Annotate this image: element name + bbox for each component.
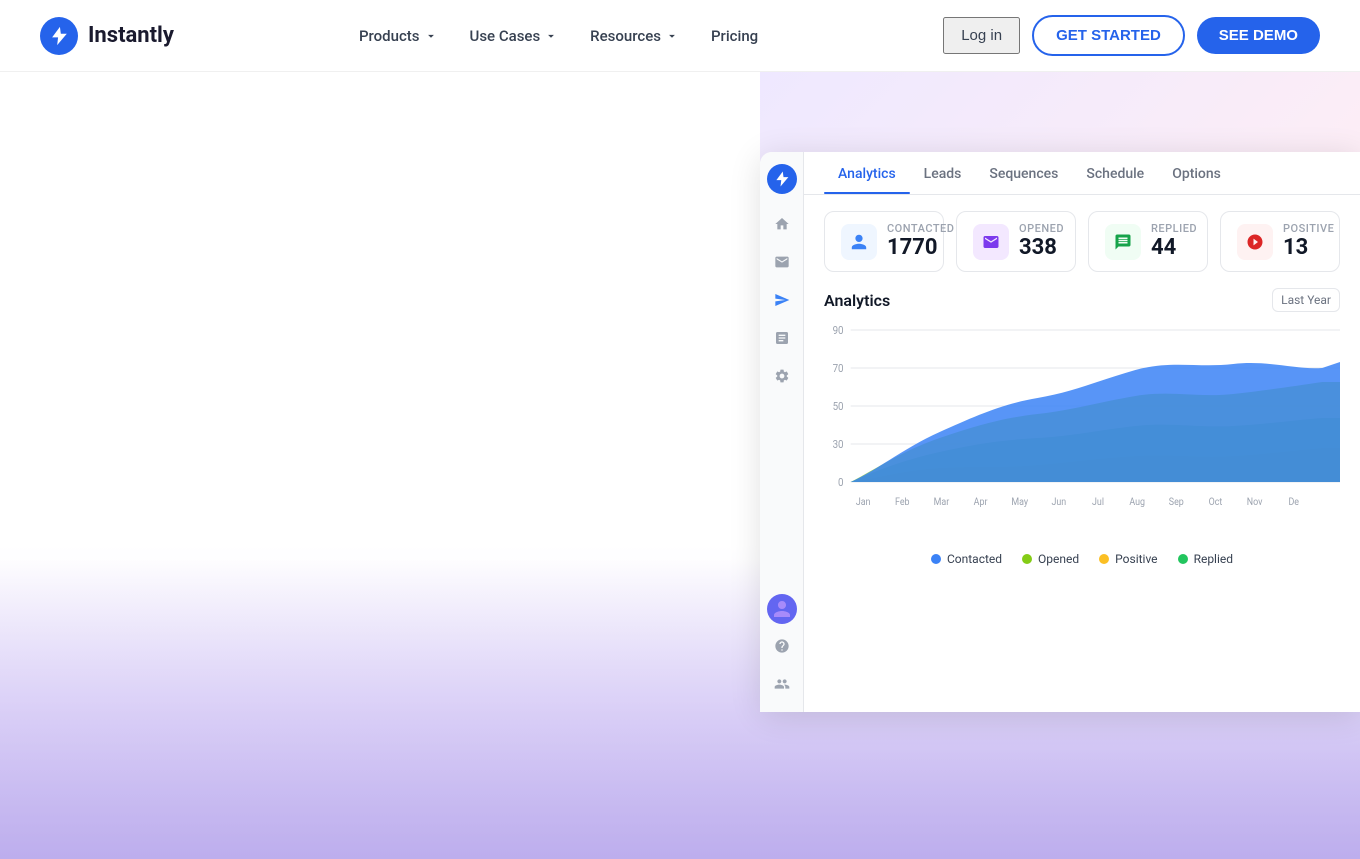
chart-icon: [774, 330, 790, 346]
home-icon: [774, 216, 790, 232]
svg-text:Jul: Jul: [1092, 497, 1104, 509]
legend-dot-positive: [1099, 554, 1109, 564]
legend-replied: Replied: [1178, 552, 1233, 566]
contacted-icon: [841, 224, 877, 260]
brand-name: Instantly: [88, 23, 174, 48]
email-icon: [774, 254, 790, 270]
sidebar-logo: [767, 164, 797, 194]
sidebar-item-send[interactable]: [766, 284, 798, 316]
nav-pricing[interactable]: Pricing: [711, 27, 758, 45]
chart-header: Analytics Last Year: [824, 284, 1340, 312]
positive-icon: [1237, 224, 1273, 260]
chart-title: Analytics: [824, 291, 890, 310]
positive-label: POSITIVE: [1283, 222, 1334, 235]
legend-opened: Opened: [1022, 552, 1079, 566]
positive-icon-svg: [1246, 233, 1264, 251]
navbar: Instantly Products Use Cases Resources P…: [0, 0, 1360, 72]
nav-actions: Log in GET STARTED SEE DEMO: [943, 15, 1320, 56]
sidebar-item-help[interactable]: [766, 630, 798, 662]
contacted-label: CONTACTED: [887, 222, 954, 235]
chart-legend: Contacted Opened Positive Replied: [824, 544, 1340, 566]
svg-text:Feb: Feb: [895, 497, 910, 509]
sidebar-lightning-icon: [773, 170, 791, 188]
opened-value: 338: [1019, 235, 1064, 261]
chart-container: 90 70 50 30 0 Jan: [824, 320, 1340, 544]
chart-area: Analytics Last Year 90 70 50: [804, 284, 1360, 712]
svg-text:De: De: [1288, 497, 1299, 509]
replied-value: 44: [1151, 235, 1197, 261]
contacted-value: 1770: [887, 235, 954, 261]
chat-icon: [1114, 233, 1132, 251]
opened-icon: [973, 224, 1009, 260]
svg-text:0: 0: [838, 476, 844, 490]
svg-text:Nov: Nov: [1247, 497, 1263, 509]
svg-text:Jun: Jun: [1052, 497, 1067, 509]
app-panel: Analytics Leads Sequences Schedule Optio…: [760, 152, 1360, 712]
send-icon: [774, 292, 790, 308]
legend-contacted: Contacted: [931, 552, 1002, 566]
get-started-button[interactable]: GET STARTED: [1032, 15, 1185, 56]
logo-icon: [40, 17, 78, 55]
app-sidebar: [760, 152, 804, 712]
svg-text:90: 90: [833, 324, 844, 338]
svg-text:May: May: [1011, 497, 1028, 509]
svg-text:Aug: Aug: [1129, 497, 1145, 509]
legend-dot-opened: [1022, 554, 1032, 564]
sidebar-bottom: [766, 594, 798, 700]
tab-sequences[interactable]: Sequences: [975, 152, 1072, 194]
stat-replied: REPLIED 44: [1088, 211, 1208, 272]
analytics-chart: 90 70 50 30 0 Jan: [824, 320, 1340, 540]
legend-dot-replied: [1178, 554, 1188, 564]
tab-options[interactable]: Options: [1158, 152, 1235, 194]
mail-open-icon: [982, 233, 1000, 251]
main-content: Analytics Leads Sequences Schedule Optio…: [0, 72, 1360, 859]
replied-icon: [1105, 224, 1141, 260]
opened-label: OPENED: [1019, 222, 1064, 235]
nav-links: Products Use Cases Resources Pricing: [359, 27, 758, 45]
team-icon: [774, 676, 790, 692]
brand-logo[interactable]: Instantly: [40, 17, 174, 55]
nav-products[interactable]: Products: [359, 27, 438, 45]
chevron-down-icon: [544, 29, 558, 43]
sidebar-item-home[interactable]: [766, 208, 798, 240]
stats-row: CONTACTED 1770 OPENED 338: [804, 195, 1360, 284]
chart-filter[interactable]: Last Year: [1272, 288, 1340, 312]
replied-label: REPLIED: [1151, 222, 1197, 235]
tab-schedule[interactable]: Schedule: [1072, 152, 1158, 194]
svg-text:Jan: Jan: [856, 497, 871, 509]
app-main: Analytics Leads Sequences Schedule Optio…: [804, 152, 1360, 712]
svg-text:Mar: Mar: [934, 497, 950, 509]
positive-value: 13: [1283, 235, 1334, 261]
person-icon: [850, 233, 868, 251]
stat-contacted: CONTACTED 1770: [824, 211, 944, 272]
lightning-icon: [48, 25, 70, 47]
login-button[interactable]: Log in: [943, 17, 1020, 54]
chevron-down-icon: [665, 29, 679, 43]
app-tabs: Analytics Leads Sequences Schedule Optio…: [804, 152, 1360, 195]
tab-analytics[interactable]: Analytics: [824, 152, 910, 194]
avatar-icon: [772, 599, 792, 619]
legend-positive: Positive: [1099, 552, 1157, 566]
stat-positive: POSITIVE 13: [1220, 211, 1340, 272]
sidebar-item-email[interactable]: [766, 246, 798, 278]
user-avatar[interactable]: [767, 594, 797, 624]
sidebar-item-team[interactable]: [766, 668, 798, 700]
svg-text:70: 70: [833, 362, 844, 376]
chevron-down-icon: [424, 29, 438, 43]
svg-text:Apr: Apr: [974, 497, 989, 509]
tab-leads[interactable]: Leads: [910, 152, 976, 194]
sidebar-item-settings[interactable]: [766, 360, 798, 392]
sidebar-item-analytics[interactable]: [766, 322, 798, 354]
settings-icon: [774, 368, 790, 384]
stat-opened: OPENED 338: [956, 211, 1076, 272]
see-demo-button[interactable]: SEE DEMO: [1197, 17, 1320, 54]
nav-use-cases[interactable]: Use Cases: [470, 27, 559, 45]
svg-text:Sep: Sep: [1169, 497, 1184, 509]
svg-text:Oct: Oct: [1209, 497, 1223, 509]
svg-text:50: 50: [833, 400, 844, 414]
help-icon: [774, 638, 790, 654]
svg-text:30: 30: [833, 438, 844, 452]
legend-dot-contacted: [931, 554, 941, 564]
nav-resources[interactable]: Resources: [590, 27, 679, 45]
